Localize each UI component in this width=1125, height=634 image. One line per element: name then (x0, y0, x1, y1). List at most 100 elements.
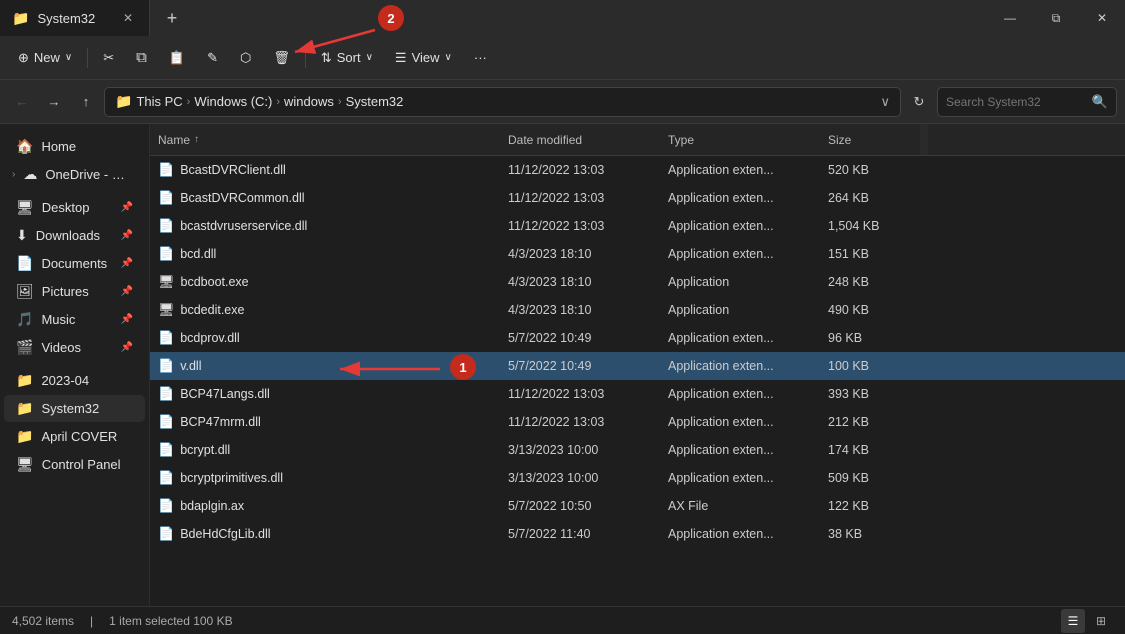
file-row[interactable]: 📄 BcastDVRCommon.dll 11/12/2022 13:03 Ap… (150, 184, 1125, 212)
file-name: BCP47mrm.dll (180, 415, 261, 429)
col-header-type[interactable]: Type (660, 124, 820, 155)
separator: | (90, 614, 93, 628)
view-chevron-icon: ∨ (445, 52, 452, 63)
dll-icon: 📄 (158, 218, 174, 234)
file-row[interactable]: 📄 BCP47mrm.dll 11/12/2022 13:03 Applicat… (150, 408, 1125, 436)
file-cell-name: 🖥 bcdboot.exe (150, 274, 500, 290)
sidebar-home-label: Home (41, 139, 133, 154)
file-cell-size: 509 KB (820, 471, 920, 485)
sidebar-item-pictures[interactable]: 🖼 Pictures 📌 (4, 278, 145, 305)
sidebar-item-onedrive[interactable]: › ☁ OneDrive - Pers (4, 161, 145, 188)
sidebar-documents-label: Documents (41, 256, 112, 271)
file-row[interactable]: 📄 bcastdvruserservice.dll 11/12/2022 13:… (150, 212, 1125, 240)
grid-view-toggle[interactable]: ⊞ (1089, 609, 1113, 633)
view-button[interactable]: ☰ View ∨ (385, 42, 462, 74)
forward-button[interactable]: → (40, 88, 68, 116)
pin-icon-pic: 📌 (121, 286, 133, 297)
sidebar-downloads-label: Downloads (36, 228, 113, 243)
search-input[interactable] (946, 95, 1086, 109)
dll-icon: 📄 (158, 190, 174, 206)
dll-icon: 📄 (158, 414, 174, 430)
share-button[interactable]: ⬡ (230, 42, 261, 74)
file-row[interactable]: 🖥 bcdboot.exe 4/3/2023 18:10 Application… (150, 268, 1125, 296)
breadcrumb[interactable]: 📁 This PC › Windows (C:) › windows › Sys… (104, 87, 901, 117)
view-toggles: ☰ ⊞ (1061, 609, 1113, 633)
minimize-button[interactable]: — (987, 0, 1033, 36)
desktop-icon: 🖥 (16, 199, 34, 216)
file-row[interactable]: 📄 bcryptprimitives.dll 3/13/2023 10:00 A… (150, 464, 1125, 492)
file-row[interactable]: 📄 bdaplgin.ax 5/7/2022 10:50 AX File 122… (150, 492, 1125, 520)
sidebar-item-desktop[interactable]: 🖥 Desktop 📌 (4, 194, 145, 221)
file-cell-size: 490 KB (820, 303, 920, 317)
annotation-2: 2 (378, 5, 404, 31)
sidebar-item-videos[interactable]: 🎬 Videos 📌 (4, 334, 145, 361)
file-cell-name: 📄 BCP47Langs.dll (150, 386, 500, 402)
file-cell-name: 📄 v.dll (150, 358, 500, 374)
address-bar: ← → ↑ 📁 This PC › Windows (C:) › windows… (0, 80, 1125, 124)
tab-system32[interactable]: 📁 System32 ✕ (0, 0, 150, 36)
file-row[interactable]: 📄 bcdprov.dll 5/7/2022 10:49 Application… (150, 324, 1125, 352)
breadcrumb-windows-folder[interactable]: windows (284, 94, 334, 109)
file-row[interactable]: 📄 BdeHdCfgLib.dll 5/7/2022 11:40 Applica… (150, 520, 1125, 548)
sidebar-control-panel-label: Control Panel (42, 457, 133, 472)
copy-button[interactable]: ⧉ (126, 42, 157, 74)
file-cell-size: 212 KB (820, 415, 920, 429)
file-row[interactable]: 📄 bcd.dll 4/3/2023 18:10 Application ext… (150, 240, 1125, 268)
up-button[interactable]: ↑ (72, 88, 100, 116)
file-cell-size: 151 KB (820, 247, 920, 261)
tab-close-button[interactable]: ✕ (119, 9, 137, 27)
sidebar-item-downloads[interactable]: ⬇ Downloads 📌 (4, 222, 145, 249)
file-cell-name: 🖥 bcdedit.exe (150, 302, 500, 318)
file-cell-type: Application exten... (660, 191, 820, 205)
col-header-name[interactable]: Name ↑ (150, 124, 500, 155)
file-row[interactable]: 📄 bcrypt.dll 3/13/2023 10:00 Application… (150, 436, 1125, 464)
sidebar-item-april-cover[interactable]: 📁 April COVER (4, 423, 145, 450)
file-cell-type: Application exten... (660, 443, 820, 457)
cut-button[interactable]: ✂ (93, 42, 124, 74)
breadcrumb-sep-2: › (276, 96, 280, 108)
tab-folder-icon: 📁 (12, 10, 29, 27)
pin-icon-doc: 📌 (121, 258, 133, 269)
breadcrumb-thispc[interactable]: This PC (136, 94, 182, 109)
more-button[interactable]: ··· (464, 42, 497, 74)
file-row[interactable]: 🖥 bcdedit.exe 4/3/2023 18:10 Application… (150, 296, 1125, 324)
sidebar-item-documents[interactable]: 📄 Documents 📌 (4, 250, 145, 277)
file-cell-type: Application exten... (660, 527, 820, 541)
rename-button[interactable]: ✎ (197, 42, 228, 74)
sidebar-desktop-label: Desktop (42, 200, 113, 215)
new-button[interactable]: ⊕ New ∨ (8, 42, 82, 74)
col-name-label: Name (158, 133, 190, 147)
sort-button[interactable]: ⇅ Sort ∨ (311, 42, 383, 74)
file-row[interactable]: 📄 BcastDVRClient.dll 11/12/2022 13:03 Ap… (150, 156, 1125, 184)
new-tab-button[interactable]: + (154, 0, 190, 36)
file-cell-name: 📄 bcdprov.dll (150, 330, 500, 346)
restore-button[interactable]: ⧉ (1033, 0, 1079, 36)
search-icon[interactable]: 🔍 (1092, 94, 1108, 110)
sidebar-item-system32[interactable]: 📁 System32 (4, 395, 145, 422)
col-header-date[interactable]: Date modified (500, 124, 660, 155)
sidebar-item-music[interactable]: 🎵 Music 📌 (4, 306, 145, 333)
tab-title: System32 (37, 11, 111, 26)
annotation-1: 1 (450, 354, 476, 380)
sidebar-item-control-panel[interactable]: 🖥 Control Panel (4, 451, 145, 478)
file-row-selected[interactable]: 📄 v.dll 5/7/2022 10:49 Application exten… (150, 352, 1125, 380)
folder-system32-icon: 📁 (16, 400, 33, 417)
file-row[interactable]: 📄 BCP47Langs.dll 11/12/2022 13:03 Applic… (150, 380, 1125, 408)
sidebar-item-home[interactable]: 🏠 Home (4, 133, 145, 160)
search-bar[interactable]: 🔍 (937, 87, 1117, 117)
breadcrumb-dropdown-icon[interactable]: ∨ (880, 94, 890, 110)
breadcrumb-windows[interactable]: Windows (C:) (194, 94, 272, 109)
sidebar-item-2023-04[interactable]: 📁 2023-04 (4, 367, 145, 394)
rename-icon: ✎ (207, 50, 218, 66)
breadcrumb-system32[interactable]: System32 (346, 94, 404, 109)
downloads-icon: ⬇ (16, 227, 28, 244)
refresh-button[interactable]: ↻ (905, 88, 933, 116)
close-button[interactable]: ✕ (1079, 0, 1125, 36)
main-layout: 🏠 Home › ☁ OneDrive - Pers 🖥 Desktop 📌 ⬇… (0, 124, 1125, 606)
col-header-size[interactable]: Size (820, 124, 920, 155)
list-view-toggle[interactable]: ☰ (1061, 609, 1085, 633)
file-cell-name: 📄 bdaplgin.ax (150, 498, 500, 514)
delete-button[interactable]: 🗑 (263, 42, 300, 74)
paste-button[interactable]: 📋 (159, 42, 195, 74)
back-button[interactable]: ← (8, 88, 36, 116)
